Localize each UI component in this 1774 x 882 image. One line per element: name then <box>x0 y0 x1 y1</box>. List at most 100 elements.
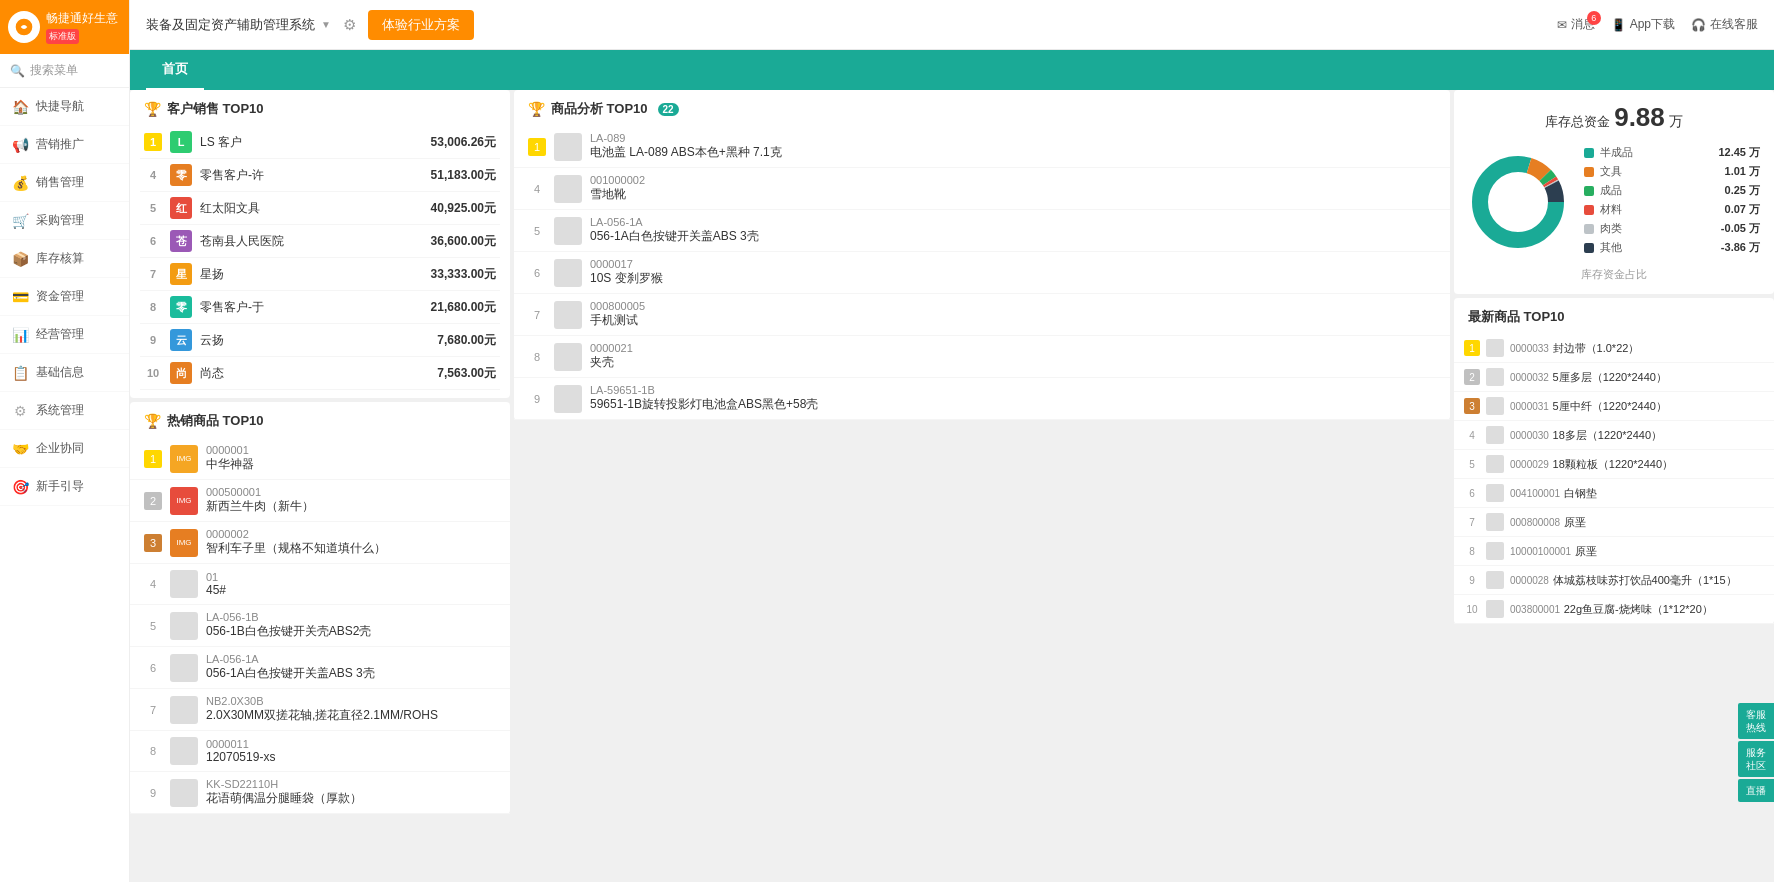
topbar: 装备及固定资产辅助管理系统 ▼ ⚙ 体验行业方案 ✉ 消息 6 📱 App下载 … <box>130 0 1774 50</box>
list-item: 1 IMG 0000001 中华神器 <box>130 438 510 480</box>
customer-service-button[interactable]: 客服热线 <box>1738 703 1774 739</box>
product-info: 000800005 手机测试 <box>590 300 645 329</box>
product-image <box>554 385 582 413</box>
legend-dot <box>1584 167 1594 177</box>
product-info: LA-056-1A 056-1A白色按键开关盖ABS 3壳 <box>590 216 759 245</box>
message-icon: ✉ <box>1557 18 1567 32</box>
rank-number: 4 <box>528 180 546 198</box>
sidebar-item-label: 销售管理 <box>36 174 84 191</box>
sidebar-item-inventory[interactable]: 📦 库存核算 <box>0 240 129 278</box>
card-icon: 💳 <box>12 289 28 305</box>
middle-panel: 🏆 商品分析 TOP10 22 1 LA-089 电池盖 LA-089 ABS本… <box>510 90 1454 882</box>
product-info: 0000001 中华神器 <box>206 444 254 473</box>
customer-amount: 36,600.00元 <box>431 233 496 250</box>
sidebar-item-label: 经营管理 <box>36 326 84 343</box>
trial-button[interactable]: 体验行业方案 <box>368 10 474 40</box>
rank-number: 8 <box>1464 543 1480 559</box>
product-info: KK-SD22110H 花语萌偶温分腿睡袋（厚款） <box>206 778 362 807</box>
sidebar-item-label: 营销推广 <box>36 136 84 153</box>
online-service-button[interactable]: 🎧 在线客服 <box>1691 16 1758 33</box>
app-download-label: App下载 <box>1630 16 1675 33</box>
nav-tabs: 首页 <box>130 50 1774 90</box>
list-item: 8 0000021 夹壳 <box>514 336 1450 378</box>
product-image <box>170 696 198 724</box>
livestream-button[interactable]: 直播 <box>1738 779 1774 802</box>
top-products-middle-list: 1 LA-089 电池盖 LA-089 ABS本色+黑种 7.1克 4 0010… <box>514 126 1450 420</box>
service-community-button[interactable]: 服务社区 <box>1738 741 1774 777</box>
content-area: 🏆 客户销售 TOP10 1 L LS 客户 53,006.26元 4 零 零售… <box>130 90 1774 882</box>
gear-settings-icon[interactable]: ⚙ <box>343 16 356 34</box>
left-panel: 🏆 客户销售 TOP10 1 L LS 客户 53,006.26元 4 零 零售… <box>130 90 510 882</box>
online-service-label: 在线客服 <box>1710 16 1758 33</box>
trophy-icon: 🏆 <box>528 101 545 117</box>
hot-products-list: 1 IMG 0000001 中华神器 2 IMG 000500001 新西兰牛肉… <box>130 438 510 814</box>
sidebar-item-purchase[interactable]: 🛒 采购管理 <box>0 202 129 240</box>
customer-name: 红太阳文具 <box>200 200 423 217</box>
customer-amount: 21,680.00元 <box>431 299 496 316</box>
fire-icon: 🏆 <box>144 413 161 429</box>
sidebar-item-collab[interactable]: 🤝 企业协同 <box>0 430 129 468</box>
customer-ranking-title: 🏆 客户销售 TOP10 <box>130 90 510 126</box>
rank-number: 6 <box>144 232 162 250</box>
dropdown-arrow-icon[interactable]: ▼ <box>321 19 331 30</box>
table-row: 7 星 星扬 33,333.00元 <box>140 258 500 291</box>
sidebar-item-sales[interactable]: 💰 销售管理 <box>0 164 129 202</box>
list-item: 5 0000029 18颗粒板（1220*2440） <box>1454 450 1774 479</box>
top-products-middle-title: 🏆 商品分析 TOP10 22 <box>514 90 1450 126</box>
product-info: 10000100001 原垩 <box>1510 543 1597 559</box>
headset-icon: 🎧 <box>1691 18 1706 32</box>
product-image: IMG <box>170 529 198 557</box>
product-icon <box>1486 513 1504 531</box>
legend-dot <box>1584 243 1594 253</box>
search-label: 搜索菜单 <box>30 62 78 79</box>
inventory-footer: 库存资金占比 <box>1468 267 1760 282</box>
product-image: IMG <box>170 445 198 473</box>
logo-icon <box>8 11 40 43</box>
inventory-title: 库存总资金 <box>1545 113 1610 131</box>
cart-icon: 🛒 <box>12 213 28 229</box>
customer-ranking-card: 🏆 客户销售 TOP10 1 L LS 客户 53,006.26元 4 零 零售… <box>130 90 510 398</box>
target-icon: 🎯 <box>12 479 28 495</box>
rank-number: 5 <box>1464 456 1480 472</box>
sidebar-item-management[interactable]: 📊 经营管理 <box>0 316 129 354</box>
search-menu[interactable]: 🔍 搜索菜单 <box>0 54 129 88</box>
customer-name: 星扬 <box>200 266 423 283</box>
product-icon <box>1486 600 1504 618</box>
rank-number: 2 <box>1464 369 1480 385</box>
product-icon <box>1486 571 1504 589</box>
rank-number: 9 <box>144 331 162 349</box>
sidebar-item-guide[interactable]: 🎯 新手引导 <box>0 468 129 506</box>
list-item: 7 000800008 原垩 <box>1454 508 1774 537</box>
rank-number: 9 <box>528 390 546 408</box>
customer-amount: 51,183.00元 <box>431 167 496 184</box>
product-icon <box>1486 484 1504 502</box>
sidebar-item-label: 库存核算 <box>36 250 84 267</box>
product-image <box>554 301 582 329</box>
list-item: 4 01 45# <box>130 564 510 605</box>
legend-item: 半成品 12.45 万 <box>1584 145 1760 160</box>
rank-number: 6 <box>1464 485 1480 501</box>
inventory-chart-section: 半成品 12.45 万 文具 1.01 万 成品 0.25 万 <box>1468 145 1760 259</box>
tab-home[interactable]: 首页 <box>146 50 204 90</box>
sidebar-item-system[interactable]: ⚙ 系统管理 <box>0 392 129 430</box>
legend-item: 成品 0.25 万 <box>1584 183 1760 198</box>
table-row: 4 零 零售客户-许 51,183.00元 <box>140 159 500 192</box>
sidebar-item-quicknav[interactable]: 🏠 快捷导航 <box>0 88 129 126</box>
rank-number: 3 <box>144 534 162 552</box>
rank-number: 1 <box>528 138 546 156</box>
list-item: 4 001000002 雪地靴 <box>514 168 1450 210</box>
table-row: 5 红 红太阳文具 40,925.00元 <box>140 192 500 225</box>
app-download-button[interactable]: 📱 App下载 <box>1611 16 1675 33</box>
rank-number: 1 <box>1464 340 1480 356</box>
sidebar-item-basic[interactable]: 📋 基础信息 <box>0 354 129 392</box>
notifications-button[interactable]: ✉ 消息 6 <box>1557 16 1595 33</box>
product-image <box>170 779 198 807</box>
sidebar-item-label: 新手引导 <box>36 478 84 495</box>
rank-number: 8 <box>144 298 162 316</box>
sidebar-item-marketing[interactable]: 📢 营销推广 <box>0 126 129 164</box>
right-panel: 库存总资金 9.88 万 <box>1454 90 1774 882</box>
sidebar-item-finance[interactable]: 💳 资金管理 <box>0 278 129 316</box>
product-image <box>170 612 198 640</box>
system-name-text: 装备及固定资产辅助管理系统 <box>146 16 315 34</box>
legend-item: 肉类 -0.05 万 <box>1584 221 1760 236</box>
